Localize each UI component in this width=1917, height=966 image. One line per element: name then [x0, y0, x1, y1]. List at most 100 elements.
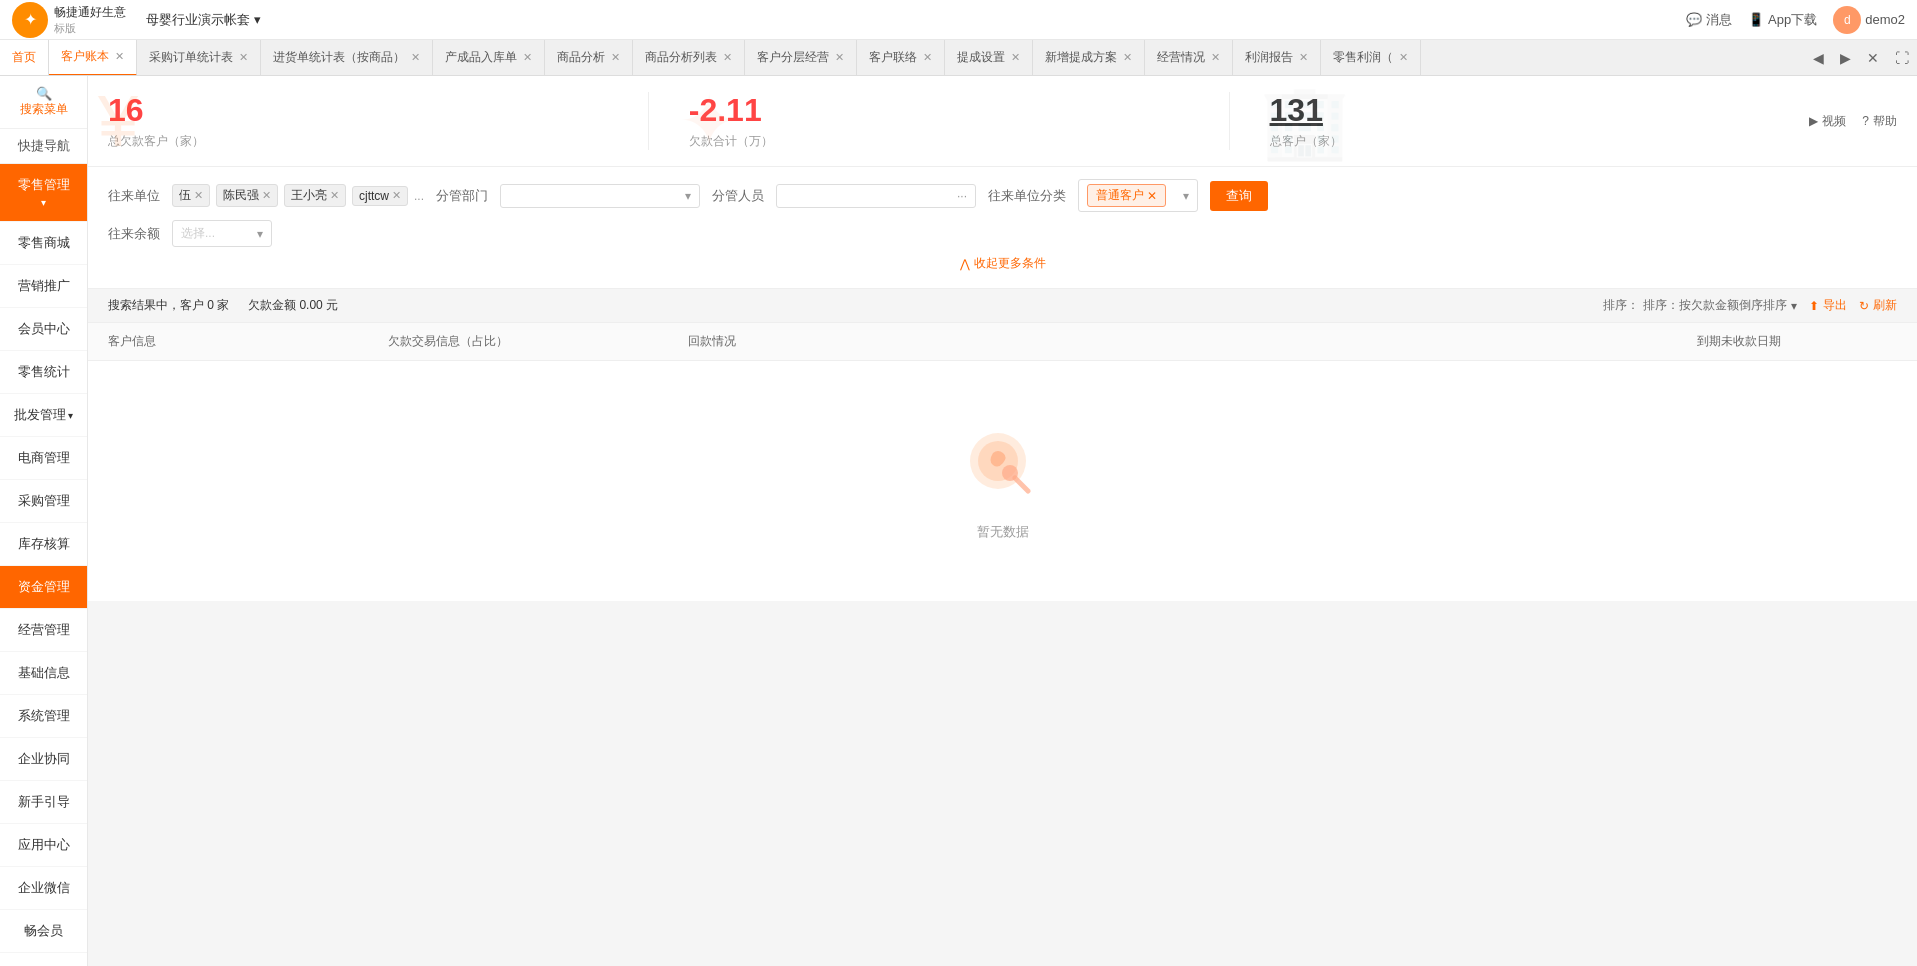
credit-total-bg-icon: ✦ [679, 79, 739, 163]
tab-next-icon[interactable]: ▶ [1832, 50, 1859, 66]
stats-bar: ¥ 16 总欠款客户（家） ✦ -2.11 欠款合计（万） 🏢 131 [88, 76, 1917, 167]
tab-home[interactable]: 首页 [0, 40, 49, 76]
logo-icon: ✦ [12, 2, 48, 38]
sidebar-search[interactable]: 🔍 搜索菜单 [0, 76, 87, 129]
top-bar-left: ✦ 畅捷通好生意 标版 母婴行业演示帐套 ▾ [12, 2, 261, 38]
close-tab-customer-segment[interactable]: ✕ [835, 51, 844, 64]
table-col-repayment: 回款情况 [688, 333, 1697, 350]
sidebar-item-enterprise-collab[interactable]: 企业协同 [0, 738, 87, 781]
export-button[interactable]: ⬆ 导出 [1809, 297, 1847, 314]
app-download-button[interactable]: 📱 App下载 [1748, 11, 1817, 29]
tab-retail-profit[interactable]: 零售利润（ ✕ [1321, 40, 1421, 76]
ellipsis-icon: ··· [957, 189, 967, 203]
sidebar-quick-nav[interactable]: 快捷导航 [0, 129, 87, 164]
more-tags-button[interactable]: ... [414, 189, 424, 203]
refresh-button[interactable]: ↻ 刷新 [1859, 297, 1897, 314]
sidebar-item-vip-member[interactable]: 畅会员 [0, 910, 87, 953]
close-tab-profit-report[interactable]: ✕ [1299, 51, 1308, 64]
remove-unit-class-tag[interactable]: ✕ [1147, 189, 1157, 203]
sidebar-item-ecommerce[interactable]: 电商管理 [0, 437, 87, 480]
tab-profit-report[interactable]: 利润报告 ✕ [1233, 40, 1321, 76]
close-tab-product-inbound[interactable]: ✕ [523, 51, 532, 64]
user-avatar[interactable]: d demo2 [1833, 6, 1905, 34]
sidebar-item-basic-info[interactable]: 基础信息 [0, 652, 87, 695]
sidebar-item-operation-mgmt[interactable]: 经营管理 [0, 609, 87, 652]
chevron-down-icon: ▾ [685, 189, 691, 203]
tab-fullscreen-icon[interactable]: ⛶ [1887, 50, 1917, 66]
sidebar-item-member-center[interactable]: 会员中心 [0, 308, 87, 351]
close-tab-new-promotion[interactable]: ✕ [1123, 51, 1132, 64]
dept-select[interactable]: ▾ [500, 184, 700, 208]
content-area: ¥ 16 总欠款客户（家） ✦ -2.11 欠款合计（万） 🏢 131 [88, 76, 1917, 966]
sidebar-item-enterprise-wechat[interactable]: 企业微信 [0, 867, 87, 910]
nav-tabs: 首页 客户账本 ✕ 采购订单统计表 ✕ 进货单统计表（按商品） ✕ 产成品入库单… [0, 40, 1917, 76]
table-wrapper: 客户信息 欠款交易信息（占比） 回款情况 到期未收款日期 [88, 323, 1917, 601]
tab-product-analysis-list[interactable]: 商品分析列表 ✕ [633, 40, 745, 76]
sidebar-item-marketing[interactable]: 营销推广 [0, 265, 87, 308]
remove-tag-wang[interactable]: ✕ [330, 189, 339, 202]
export-icon: ⬆ [1809, 299, 1819, 313]
close-tab-customer-contact[interactable]: ✕ [923, 51, 932, 64]
tab-close-all-icon[interactable]: ✕ [1859, 50, 1887, 66]
tab-customer-contact[interactable]: 客户联络 ✕ [857, 40, 945, 76]
table-header: 客户信息 欠款交易信息（占比） 回款情况 到期未收款日期 [88, 323, 1917, 361]
close-tab-product-analysis-list[interactable]: ✕ [723, 51, 732, 64]
close-tab-operation[interactable]: ✕ [1211, 51, 1220, 64]
tab-product-inbound[interactable]: 产成品入库单 ✕ [433, 40, 545, 76]
filter-row-2: 往来余额 选择... ▾ [108, 220, 1897, 247]
person-select[interactable]: ··· [776, 184, 976, 208]
filter-tag-chen: 陈民强 ✕ [216, 184, 278, 207]
main-layout: 🔍 搜索菜单 快捷导航 零售管理 ▾ 零售商城 营销推广 会员中心 零售统计 批… [0, 76, 1917, 966]
remove-tag-cjttcw[interactable]: ✕ [392, 189, 401, 202]
collapse-filters-button[interactable]: ⋀ 收起更多条件 [108, 255, 1897, 272]
query-button[interactable]: 查询 [1210, 181, 1268, 211]
refresh-icon: ↻ [1859, 299, 1869, 313]
unit-class-select[interactable]: 普通客户 ✕ ▾ [1078, 179, 1198, 212]
table-col-customer-info: 客户信息 [108, 333, 388, 350]
sort-select[interactable]: 排序： 排序：按欠款金额倒序排序 ▾ [1603, 297, 1797, 314]
sidebar-item-capital-mgmt[interactable]: 资金管理 [0, 566, 87, 609]
sidebar-item-inventory[interactable]: 库存核算 [0, 523, 87, 566]
sort-icon: 排序： [1603, 297, 1639, 314]
balance-select[interactable]: 选择... ▾ [172, 220, 272, 247]
message-button[interactable]: 💬 消息 [1686, 11, 1732, 29]
sidebar-item-system-mgmt[interactable]: 系统管理 [0, 695, 87, 738]
account-selector[interactable]: 母婴行业演示帐套 ▾ [146, 11, 261, 29]
tab-product-analysis[interactable]: 商品分析 ✕ [545, 40, 633, 76]
sidebar-item-newbie-guide[interactable]: 新手引导 [0, 781, 87, 824]
tab-prev-icon[interactable]: ◀ [1805, 50, 1832, 66]
total-customers-bg-icon: 🏢 [1260, 79, 1350, 164]
tab-customer-segment[interactable]: 客户分层经营 ✕ [745, 40, 857, 76]
tab-operation-status[interactable]: 经营情况 ✕ [1145, 40, 1233, 76]
close-tab-customer-accounts[interactable]: ✕ [115, 50, 124, 63]
remove-tag-wu[interactable]: ✕ [194, 189, 203, 202]
remove-tag-chen[interactable]: ✕ [262, 189, 271, 202]
video-help-button[interactable]: ▶ 视频 [1809, 113, 1846, 130]
help-button[interactable]: ? 帮助 [1862, 113, 1897, 130]
filter-bar: 往来单位 伍 ✕ 陈民强 ✕ 王小亮 ✕ [88, 167, 1917, 289]
top-bar-right: 💬 消息 📱 App下载 d demo2 [1686, 6, 1905, 34]
empty-state: 暂无数据 [88, 361, 1917, 601]
tab-inbound-stats[interactable]: 进货单统计表（按商品） ✕ [261, 40, 433, 76]
chevron-down-icon: ▾ [1791, 299, 1797, 313]
close-tab-inbound[interactable]: ✕ [411, 51, 420, 64]
search-icon: 🔍 [36, 86, 52, 101]
empty-svg-icon [958, 421, 1048, 511]
results-bar: 搜索结果中，客户 0 家 欠款金额 0.00 元 排序： 排序：按欠款金额倒序排… [88, 289, 1917, 323]
sidebar-item-purchase-mgmt[interactable]: 采购管理 [0, 480, 87, 523]
tab-customer-accounts[interactable]: 客户账本 ✕ [49, 40, 137, 76]
close-tab-purchase-order[interactable]: ✕ [239, 51, 248, 64]
tab-purchase-order-stats[interactable]: 采购订单统计表 ✕ [137, 40, 261, 76]
sidebar-item-retail-mgmt[interactable]: 零售管理 ▾ [0, 164, 87, 222]
close-tab-promotion-settings[interactable]: ✕ [1011, 51, 1020, 64]
close-tab-retail-profit[interactable]: ✕ [1399, 51, 1408, 64]
sidebar-item-wholesale-mgmt[interactable]: 批发管理 ▾ [0, 394, 87, 437]
sidebar-item-retail-stats[interactable]: 零售统计 [0, 351, 87, 394]
sidebar-item-app-center[interactable]: 应用中心 [0, 824, 87, 867]
sidebar-item-retail-mall[interactable]: 零售商城 [0, 222, 87, 265]
tab-promotion-settings[interactable]: 提成设置 ✕ [945, 40, 1033, 76]
credit-customers-bg-icon: ¥ [98, 80, 138, 162]
close-tab-product-analysis[interactable]: ✕ [611, 51, 620, 64]
filter-tag-wang: 王小亮 ✕ [284, 184, 346, 207]
tab-new-promotion[interactable]: 新增提成方案 ✕ [1033, 40, 1145, 76]
